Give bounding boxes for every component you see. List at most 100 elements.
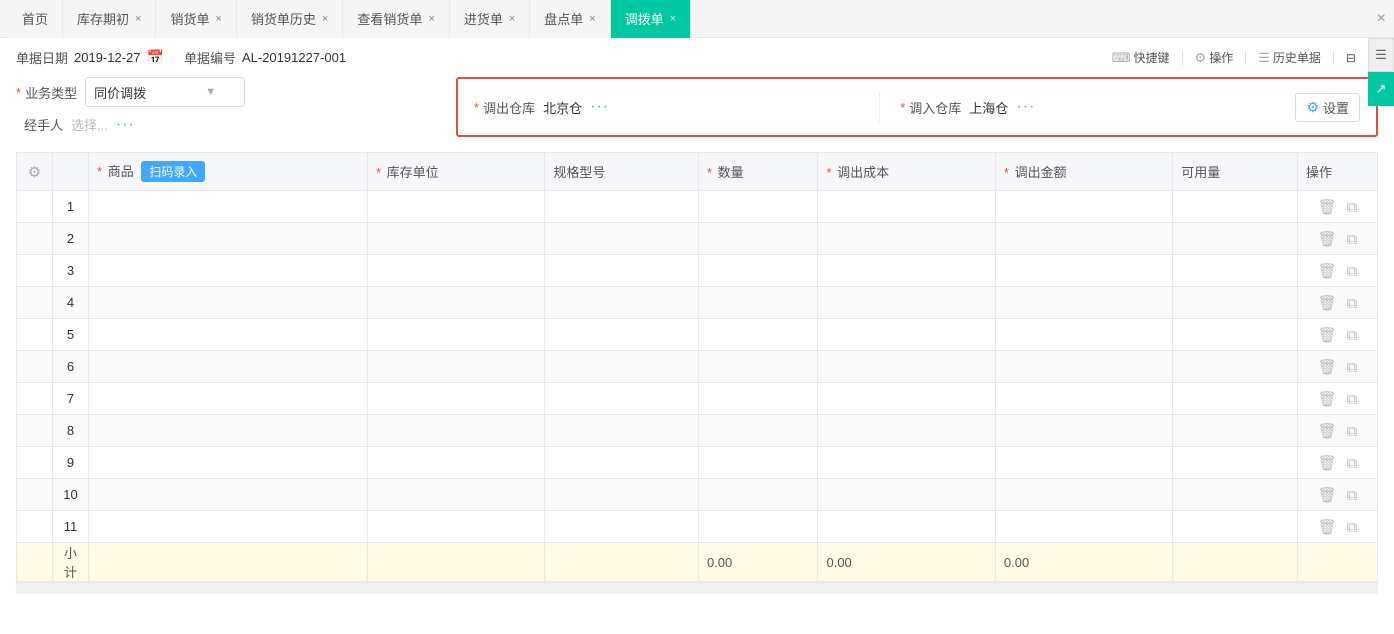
delete-icon[interactable]: 🗑 <box>1318 455 1337 472</box>
settings-button[interactable]: ⚙ 设置 <box>1295 93 1360 122</box>
copy-icon[interactable]: ⧉ <box>1346 199 1357 216</box>
history-button[interactable]: ☰ 历史单据 <box>1258 49 1321 66</box>
row-amount-9[interactable] <box>995 447 1172 479</box>
tab-sales-order[interactable]: 销货单 × <box>156 0 236 38</box>
row-amount-11[interactable] <box>995 511 1172 543</box>
row-product-4[interactable] <box>89 287 368 319</box>
row-unit-9[interactable] <box>367 447 544 479</box>
row-amount-1[interactable] <box>995 191 1172 223</box>
close-icon[interactable]: × <box>509 13 515 25</box>
row-spec-10[interactable] <box>545 479 699 511</box>
copy-icon[interactable]: ⧉ <box>1346 423 1357 440</box>
warehouse-out-value[interactable]: 北京仓 <box>543 98 582 117</box>
row-amount-6[interactable] <box>995 351 1172 383</box>
row-product-6[interactable] <box>89 351 368 383</box>
close-icon[interactable]: × <box>428 13 434 25</box>
business-type-dropdown[interactable]: 同价调拨 ▼ <box>85 77 245 107</box>
row-amount-8[interactable] <box>995 415 1172 447</box>
table-gear-icon[interactable]: ⚙ <box>28 164 41 181</box>
row-product-3[interactable] <box>89 255 368 287</box>
delete-icon[interactable]: 🗑 <box>1318 327 1337 344</box>
tab-stocktake[interactable]: 盘点单 × <box>530 0 610 38</box>
person-more-button[interactable]: ··· <box>116 116 135 134</box>
close-icon[interactable]: × <box>670 13 676 25</box>
row-spec-2[interactable] <box>545 223 699 255</box>
row-cost-9[interactable] <box>818 447 995 479</box>
row-qty-10[interactable] <box>698 479 818 511</box>
row-cost-10[interactable] <box>818 479 995 511</box>
window-close-button[interactable]: × <box>1377 10 1386 28</box>
row-spec-7[interactable] <box>545 383 699 415</box>
tab-transfer[interactable]: 调拨单 × <box>611 0 691 38</box>
row-product-5[interactable] <box>89 319 368 351</box>
row-product-11[interactable] <box>89 511 368 543</box>
delete-icon[interactable]: 🗑 <box>1318 231 1337 248</box>
row-amount-5[interactable] <box>995 319 1172 351</box>
warehouse-in-value[interactable]: 上海仓 <box>969 98 1008 117</box>
right-panel-expand-button[interactable]: ↗ <box>1368 72 1394 106</box>
row-qty-3[interactable] <box>698 255 818 287</box>
row-spec-11[interactable] <box>545 511 699 543</box>
row-cost-1[interactable] <box>818 191 995 223</box>
row-product-7[interactable] <box>89 383 368 415</box>
delete-icon[interactable]: 🗑 <box>1318 359 1337 376</box>
right-panel-list-button[interactable]: ☰ <box>1368 38 1394 72</box>
copy-icon[interactable]: ⧉ <box>1346 455 1357 472</box>
copy-icon[interactable]: ⧉ <box>1346 231 1357 248</box>
delete-icon[interactable]: 🗑 <box>1318 519 1337 536</box>
row-product-1[interactable] <box>89 191 368 223</box>
row-qty-1[interactable] <box>698 191 818 223</box>
row-unit-3[interactable] <box>367 255 544 287</box>
close-icon[interactable]: × <box>589 13 595 25</box>
row-unit-6[interactable] <box>367 351 544 383</box>
person-select[interactable]: 选择... <box>71 115 108 134</box>
row-amount-3[interactable] <box>995 255 1172 287</box>
layout-button1[interactable]: ⊟ <box>1346 51 1356 65</box>
row-unit-8[interactable] <box>367 415 544 447</box>
close-icon[interactable]: × <box>322 13 328 25</box>
row-qty-9[interactable] <box>698 447 818 479</box>
delete-icon[interactable]: 🗑 <box>1318 487 1337 504</box>
row-amount-4[interactable] <box>995 287 1172 319</box>
row-spec-3[interactable] <box>545 255 699 287</box>
warehouse-out-more-button[interactable]: ··· <box>590 98 609 116</box>
row-qty-8[interactable] <box>698 415 818 447</box>
scan-button[interactable]: 扫码录入 <box>141 161 205 182</box>
row-cost-11[interactable] <box>818 511 995 543</box>
row-cost-2[interactable] <box>818 223 995 255</box>
row-amount-2[interactable] <box>995 223 1172 255</box>
shortcut-button[interactable]: ⌨ 快捷键 <box>1112 49 1170 66</box>
copy-icon[interactable]: ⧉ <box>1346 327 1357 344</box>
row-unit-5[interactable] <box>367 319 544 351</box>
tab-home[interactable]: 首页 <box>8 0 63 38</box>
row-qty-6[interactable] <box>698 351 818 383</box>
row-unit-10[interactable] <box>367 479 544 511</box>
operations-button[interactable]: ⚙ 操作 <box>1195 49 1234 66</box>
tab-view-sales[interactable]: 查看销货单 × <box>343 0 449 38</box>
delete-icon[interactable]: 🗑 <box>1318 391 1337 408</box>
delete-icon[interactable]: 🗑 <box>1318 295 1337 312</box>
row-qty-7[interactable] <box>698 383 818 415</box>
row-spec-9[interactable] <box>545 447 699 479</box>
row-amount-7[interactable] <box>995 383 1172 415</box>
copy-icon[interactable]: ⧉ <box>1346 263 1357 280</box>
row-spec-6[interactable] <box>545 351 699 383</box>
row-unit-4[interactable] <box>367 287 544 319</box>
row-unit-1[interactable] <box>367 191 544 223</box>
row-spec-4[interactable] <box>545 287 699 319</box>
row-qty-2[interactable] <box>698 223 818 255</box>
row-cost-6[interactable] <box>818 351 995 383</box>
row-unit-2[interactable] <box>367 223 544 255</box>
copy-icon[interactable]: ⧉ <box>1346 359 1357 376</box>
tab-purchase[interactable]: 进货单 × <box>450 0 530 38</box>
row-product-9[interactable] <box>89 447 368 479</box>
row-product-8[interactable] <box>89 415 368 447</box>
copy-icon[interactable]: ⧉ <box>1346 391 1357 408</box>
close-icon[interactable]: × <box>135 13 141 25</box>
row-spec-1[interactable] <box>545 191 699 223</box>
tab-inventory-init[interactable]: 库存期初 × <box>63 0 156 38</box>
row-amount-10[interactable] <box>995 479 1172 511</box>
close-icon[interactable]: × <box>215 13 221 25</box>
warehouse-in-more-button[interactable]: ··· <box>1016 98 1035 116</box>
delete-icon[interactable]: 🗑 <box>1318 199 1337 216</box>
